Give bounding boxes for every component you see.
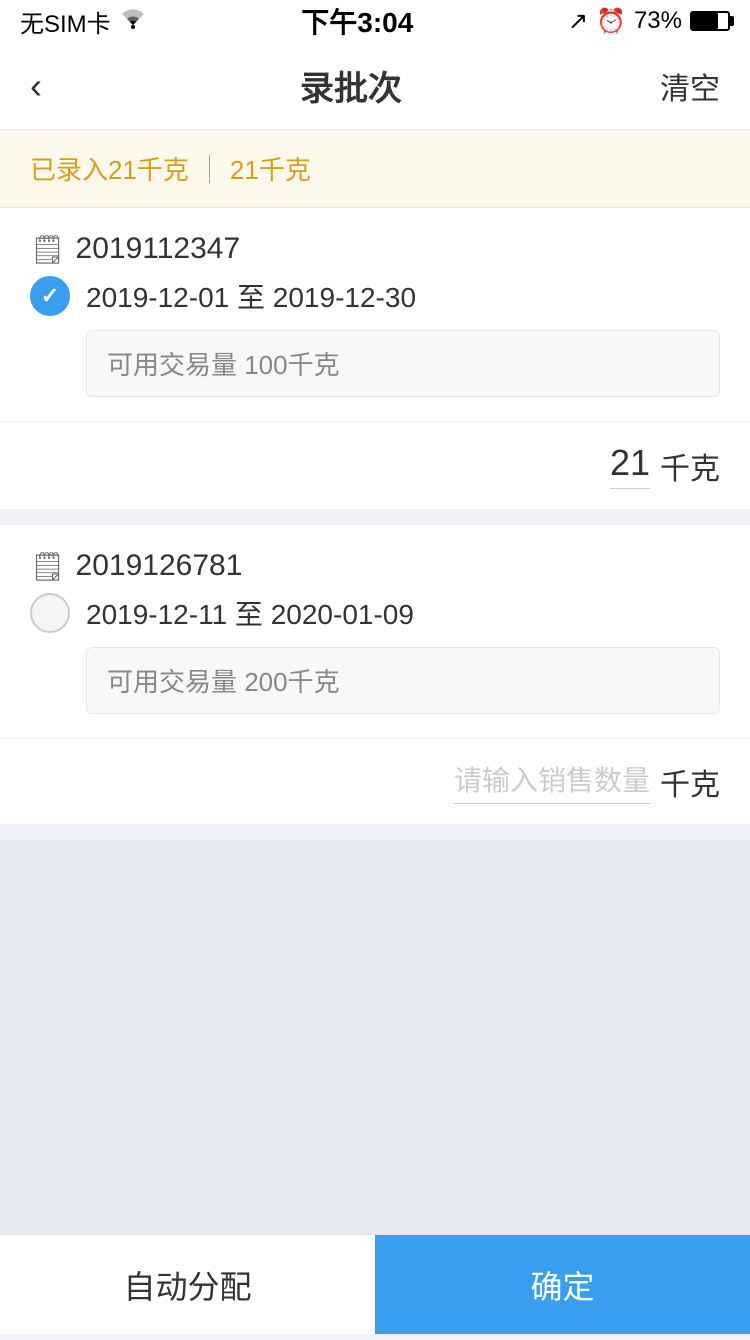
sim-text: 无SIM卡 <box>20 4 111 39</box>
battery-percent: 73% <box>634 7 682 35</box>
status-bar: 无SIM卡 下午3:04 ↗ ⏰ 73% <box>0 0 750 42</box>
doc-icon-2: 🗒 <box>30 550 66 583</box>
summary-bar: 已录入21千克 21千克 <box>0 130 750 208</box>
batch-item-2: 🗒 2019126781 2019-12-11 至 2020-01-09 可用交… <box>0 525 750 824</box>
doc-icon-1: 🗒 <box>30 233 66 266</box>
batch-1-unit: 千克 <box>660 444 720 488</box>
batch-2-date-row[interactable]: 2019-12-11 至 2020-01-09 <box>30 593 720 633</box>
batch-2-header: 🗒 2019126781 <box>30 549 720 583</box>
summary-divider <box>209 155 210 183</box>
status-time: 下午3:04 <box>301 1 413 41</box>
batch-1-available: 可用交易量 100千克 <box>86 330 720 397</box>
location-icon: ↗ <box>568 7 588 36</box>
wifi-icon <box>119 7 147 36</box>
battery-icon <box>690 11 730 31</box>
batch-2-qty-input-row[interactable]: 请输入销售数量 千克 <box>0 738 750 824</box>
content-area: 🗒 2019112347 2019-12-01 至 2019-12-30 可用交… <box>0 208 750 1340</box>
status-left: 无SIM卡 <box>20 4 147 39</box>
empty-area <box>0 840 750 1240</box>
batch-1-date-row[interactable]: 2019-12-01 至 2019-12-30 <box>30 276 720 316</box>
batch-item-1-inner: 🗒 2019112347 2019-12-01 至 2019-12-30 可用交… <box>0 208 750 421</box>
batch-2-id: 2019126781 <box>76 549 243 583</box>
auto-distribute-button[interactable]: 自动分配 <box>0 1235 375 1334</box>
batch-2-unit: 千克 <box>660 760 720 804</box>
bottom-bar: 自动分配 确定 <box>0 1234 750 1334</box>
page-title: 录批次 <box>300 61 402 110</box>
summary-value: 21千克 <box>230 150 311 187</box>
batch-1-qty-row: 21 千克 <box>0 421 750 509</box>
batch-2-date: 2019-12-11 至 2020-01-09 <box>86 593 414 633</box>
clear-button[interactable]: 清空 <box>660 64 720 108</box>
batch-item-2-inner: 🗒 2019126781 2019-12-11 至 2020-01-09 可用交… <box>0 525 750 738</box>
batch-1-header: 🗒 2019112347 <box>30 232 720 266</box>
batch-1-id: 2019112347 <box>76 232 241 266</box>
status-right: ↗ ⏰ 73% <box>568 7 730 36</box>
batch-1-quantity[interactable]: 21 <box>610 442 650 489</box>
confirm-button[interactable]: 确定 <box>375 1235 750 1334</box>
batch-2-input-placeholder[interactable]: 请输入销售数量 <box>454 759 650 804</box>
batch-2-available: 可用交易量 200千克 <box>86 647 720 714</box>
batch-2-radio[interactable] <box>30 593 70 633</box>
back-button[interactable]: ‹ <box>30 65 42 107</box>
nav-bar: ‹ 录批次 清空 <box>0 42 750 130</box>
section-divider-2 <box>0 824 750 840</box>
batch-1-date: 2019-12-01 至 2019-12-30 <box>86 276 416 316</box>
alarm-icon: ⏰ <box>596 7 626 36</box>
section-divider-1 <box>0 509 750 525</box>
batch-1-radio[interactable] <box>30 276 70 316</box>
batch-item-1: 🗒 2019112347 2019-12-01 至 2019-12-30 可用交… <box>0 208 750 509</box>
recorded-label: 已录入21千克 <box>30 150 189 187</box>
